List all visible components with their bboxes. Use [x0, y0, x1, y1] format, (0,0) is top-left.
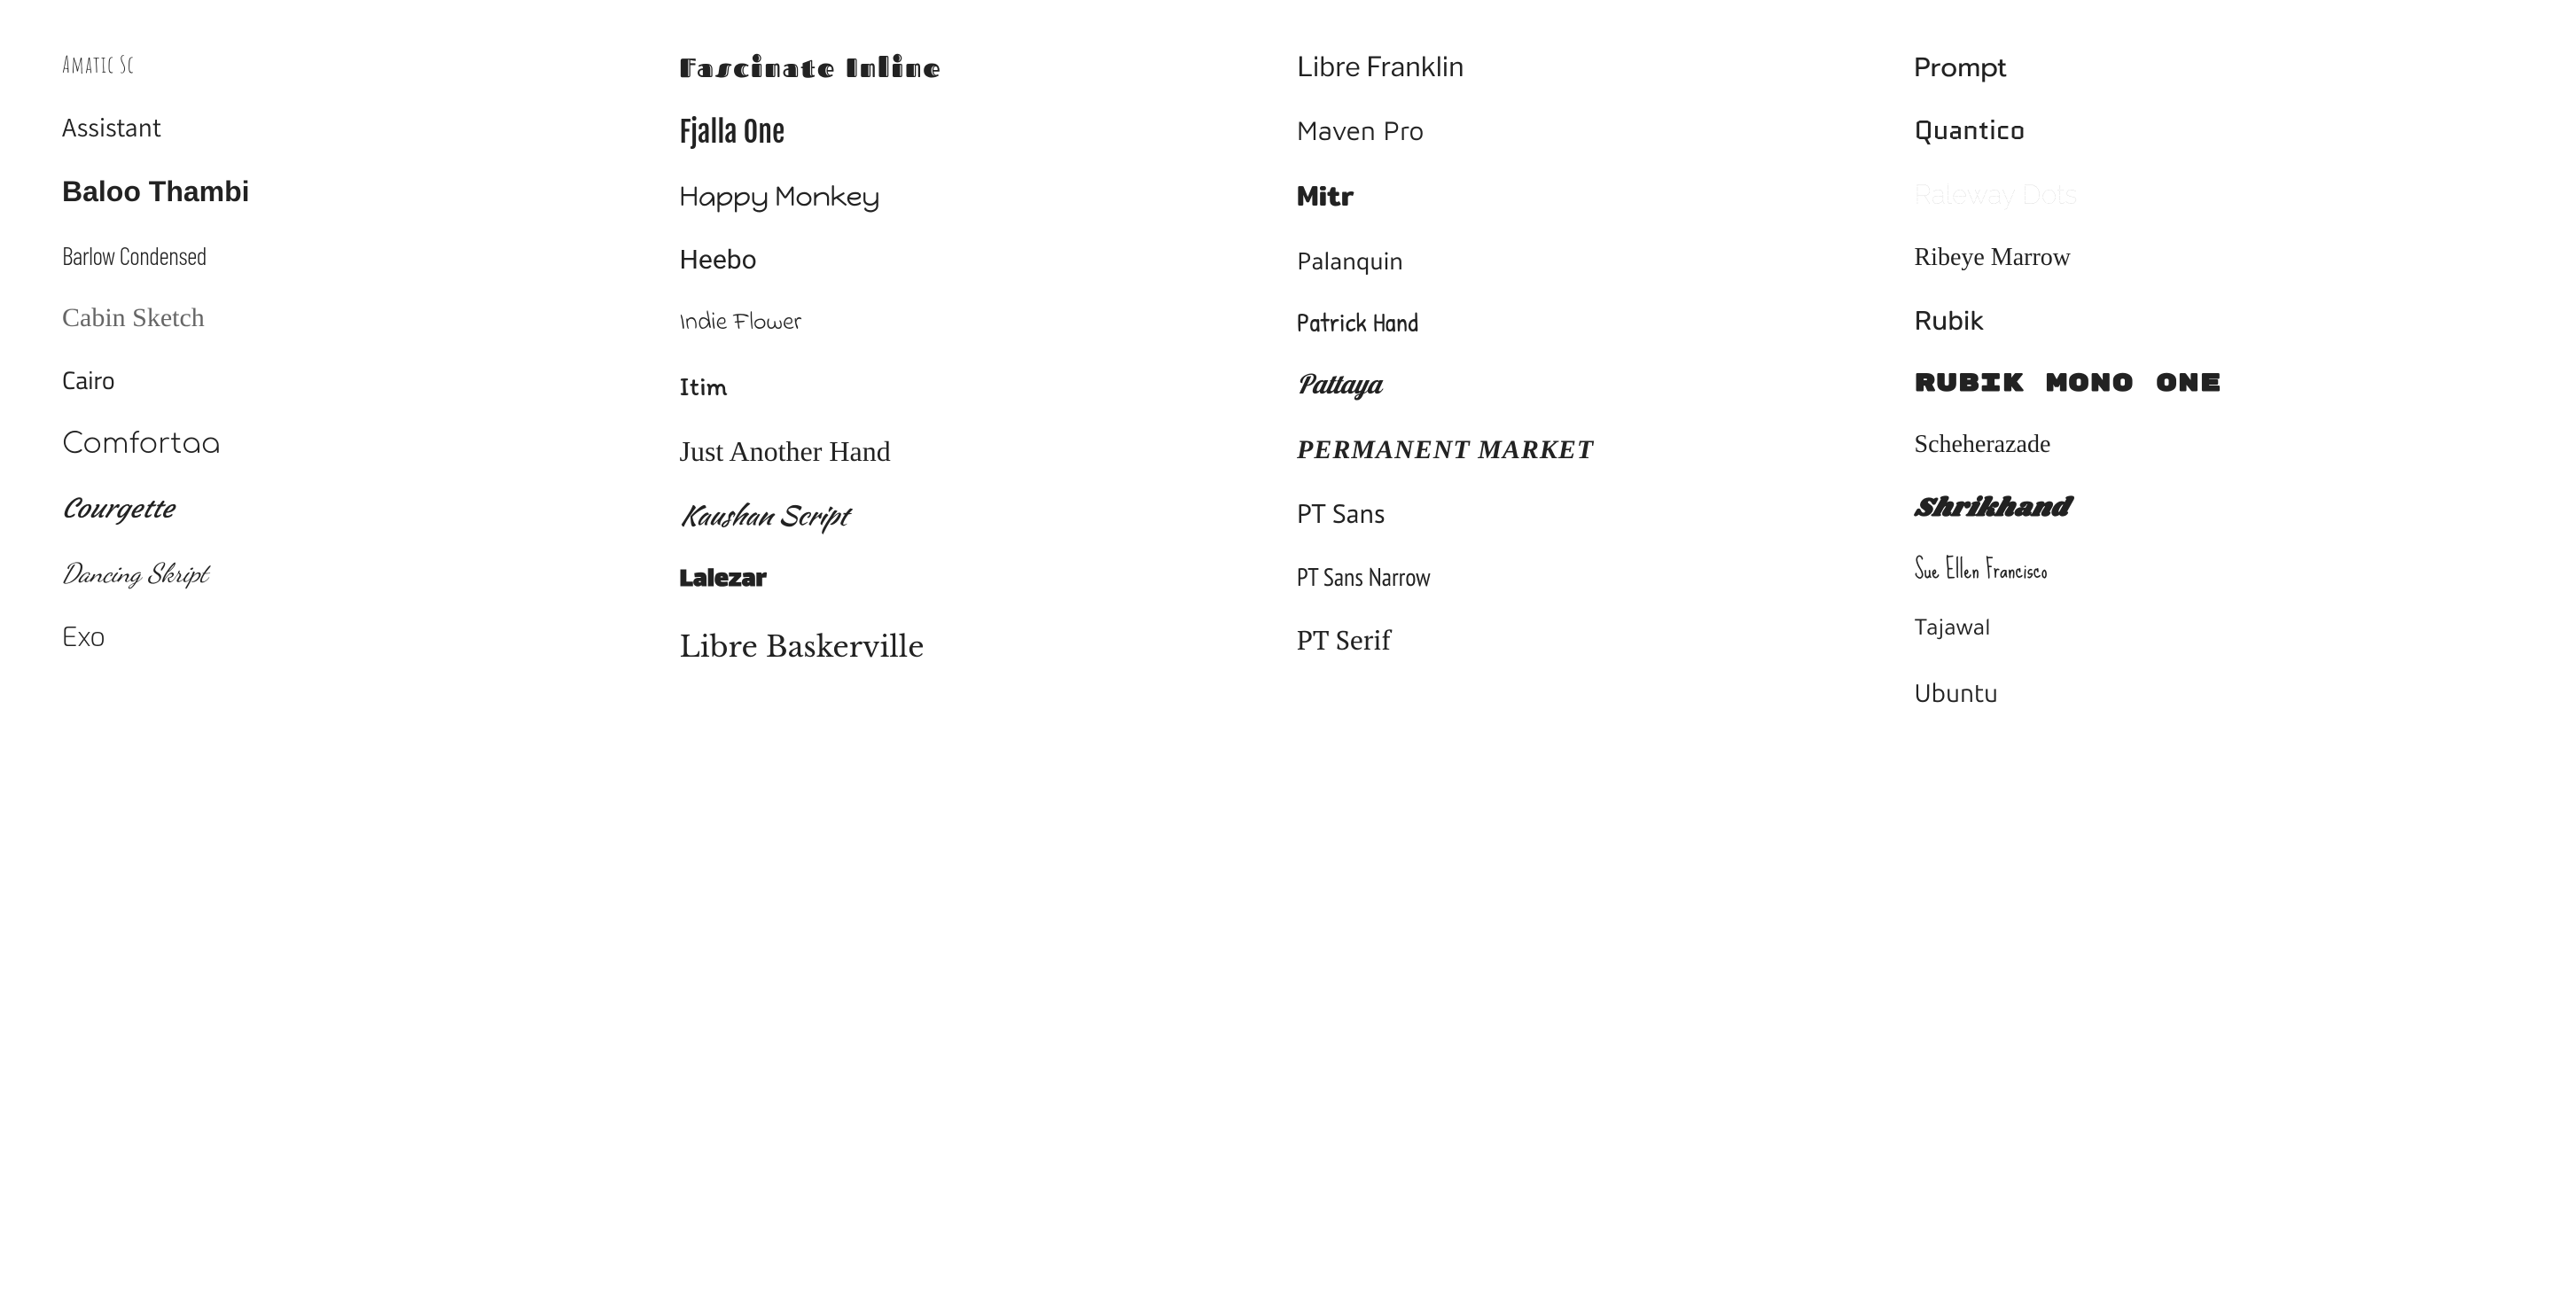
- font-name-label: Quantico: [1915, 115, 2026, 147]
- list-item[interactable]: PT Serif: [1288, 608, 1906, 672]
- font-name-label: Comfortaa: [62, 428, 221, 462]
- list-item[interactable]: Mitr: [1288, 163, 1906, 229]
- font-name-label: Heebo: [680, 245, 757, 277]
- list-item[interactable]: Cabin Sketch: [53, 286, 671, 350]
- font-name-label: Rubik Mono One: [1915, 369, 2222, 399]
- font-grid: Amatic Sc Assistant Baloo Thambi Barlow Con…: [53, 35, 2523, 725]
- font-name-label: Maven Pro: [1297, 115, 1424, 147]
- list-item[interactable]: Libre Baskerville: [671, 614, 1289, 680]
- list-item[interactable]: Kaushan Script: [671, 484, 1289, 548]
- list-item[interactable]: Just Another Hand: [671, 418, 1289, 484]
- list-item[interactable]: Assistant: [53, 95, 671, 159]
- list-item[interactable]: Amatic Sc: [53, 35, 671, 95]
- font-name-label: Assistant: [62, 111, 161, 143]
- list-item[interactable]: Courgette: [53, 478, 671, 541]
- font-name-label: Libre Franklin: [1297, 51, 1464, 83]
- font-name-label: Happy Monkey: [680, 181, 880, 213]
- font-name-label: Shrikhand: [1915, 492, 2068, 524]
- list-item[interactable]: Sue Ellen Francisco: [1906, 540, 2524, 602]
- list-item[interactable]: Rubik Mono One: [1906, 353, 2524, 415]
- column-3: Libre Franklin Maven Pro Mitr Palanquin Patr…: [1288, 35, 1906, 725]
- list-item[interactable]: Heebo: [671, 229, 1289, 292]
- list-item[interactable]: Fascinate Inline: [671, 35, 1289, 99]
- list-item[interactable]: Fjalla One: [671, 99, 1289, 165]
- list-item[interactable]: Lalezar: [671, 548, 1289, 613]
- font-name-label: Prompt: [1915, 51, 2008, 83]
- font-name-label: Kaushan Script: [680, 500, 847, 532]
- list-item[interactable]: Itim: [671, 354, 1289, 418]
- list-item[interactable]: Ubuntu: [1906, 663, 2524, 725]
- list-item[interactable]: Comfortaa: [53, 412, 671, 478]
- list-item[interactable]: Ribeye Marrow: [1906, 227, 2524, 289]
- font-name-label: Amatic Sc: [62, 51, 135, 79]
- list-item[interactable]: Rubik: [1906, 289, 2524, 353]
- list-item[interactable]: Barlow Condensed: [53, 225, 671, 287]
- list-item[interactable]: Raleway Dots: [1906, 163, 2524, 227]
- font-name-label: PT Sans Narrow: [1297, 562, 1431, 592]
- font-name-label: Indie Flower: [680, 308, 802, 339]
- list-item[interactable]: Indie Flower: [671, 292, 1289, 354]
- font-name-label: Lalezar: [680, 564, 767, 597]
- font-name-label: Dancing Skript: [62, 557, 207, 589]
- list-item[interactable]: Permanent Market: [1288, 418, 1906, 482]
- list-item[interactable]: Cairo: [53, 350, 671, 412]
- list-item[interactable]: PT Sans Narrow: [1288, 546, 1906, 608]
- list-item[interactable]: Quantico: [1906, 99, 2524, 163]
- font-name-label: Baloo Thambi: [62, 175, 250, 208]
- font-name-label: Ubuntu: [1915, 679, 1998, 709]
- list-item[interactable]: Prompt: [1906, 35, 2524, 99]
- font-name-label: PT Serif: [1297, 624, 1391, 656]
- font-name-label: Scheherazade: [1915, 430, 2051, 460]
- font-name-label: Just Another Hand: [680, 434, 891, 468]
- font-name-label: Cairo: [62, 366, 115, 396]
- list-item[interactable]: PT Sans: [1288, 482, 1906, 546]
- font-name-label: Barlow Condensed: [62, 241, 207, 271]
- list-item[interactable]: Dancing Skript: [53, 541, 671, 605]
- font-name-label: PT Sans: [1297, 498, 1386, 530]
- list-item[interactable]: Pattaya: [1288, 354, 1906, 418]
- font-name-label: Rubik: [1915, 305, 1984, 337]
- list-item[interactable]: Patrick Hand: [1288, 291, 1906, 354]
- font-name-label: Ribeye Marrow: [1915, 243, 2072, 273]
- font-name-label: Fascinate Inline: [680, 51, 942, 83]
- font-name-label: Mitr: [1297, 179, 1354, 213]
- font-name-label: Exo: [62, 621, 105, 653]
- list-item[interactable]: Happy Monkey: [671, 165, 1289, 229]
- list-item[interactable]: Exo: [53, 605, 671, 669]
- list-item[interactable]: Tajawal: [1906, 601, 2524, 663]
- font-name-label: Raleway Dots: [1915, 179, 2078, 211]
- font-name-label: Sue Ellen Francisco: [1915, 556, 2048, 586]
- font-name-label: Libre Baskerville: [680, 630, 925, 664]
- font-name-label: Pattaya: [1297, 370, 1381, 402]
- column-1: Amatic Sc Assistant Baloo Thambi Barlow Con…: [53, 35, 671, 725]
- font-name-label: Palanquin: [1297, 245, 1403, 275]
- font-name-label: Permanent Market: [1297, 434, 1594, 466]
- font-name-label: Itim: [680, 370, 728, 402]
- list-item[interactable]: Libre Franklin: [1288, 35, 1906, 99]
- list-item[interactable]: Maven Pro: [1288, 99, 1906, 163]
- font-name-label: Tajawal: [1915, 617, 1991, 647]
- list-item[interactable]: Scheherazade: [1906, 414, 2524, 476]
- column-4: Prompt Quantico Raleway Dots Ribeye Marrow R…: [1906, 35, 2524, 725]
- list-item[interactable]: Palanquin: [1288, 229, 1906, 291]
- font-name-label: Courgette: [62, 494, 174, 526]
- column-2: Fascinate Inline Fjalla One Happy Monkey He…: [671, 35, 1289, 725]
- font-name-label: Cabin Sketch: [62, 302, 205, 334]
- list-item[interactable]: Baloo Thambi: [53, 159, 671, 224]
- font-name-label: Fjalla One: [680, 115, 785, 149]
- font-name-label: Patrick Hand: [1297, 307, 1418, 339]
- list-item[interactable]: Shrikhand: [1906, 476, 2524, 540]
